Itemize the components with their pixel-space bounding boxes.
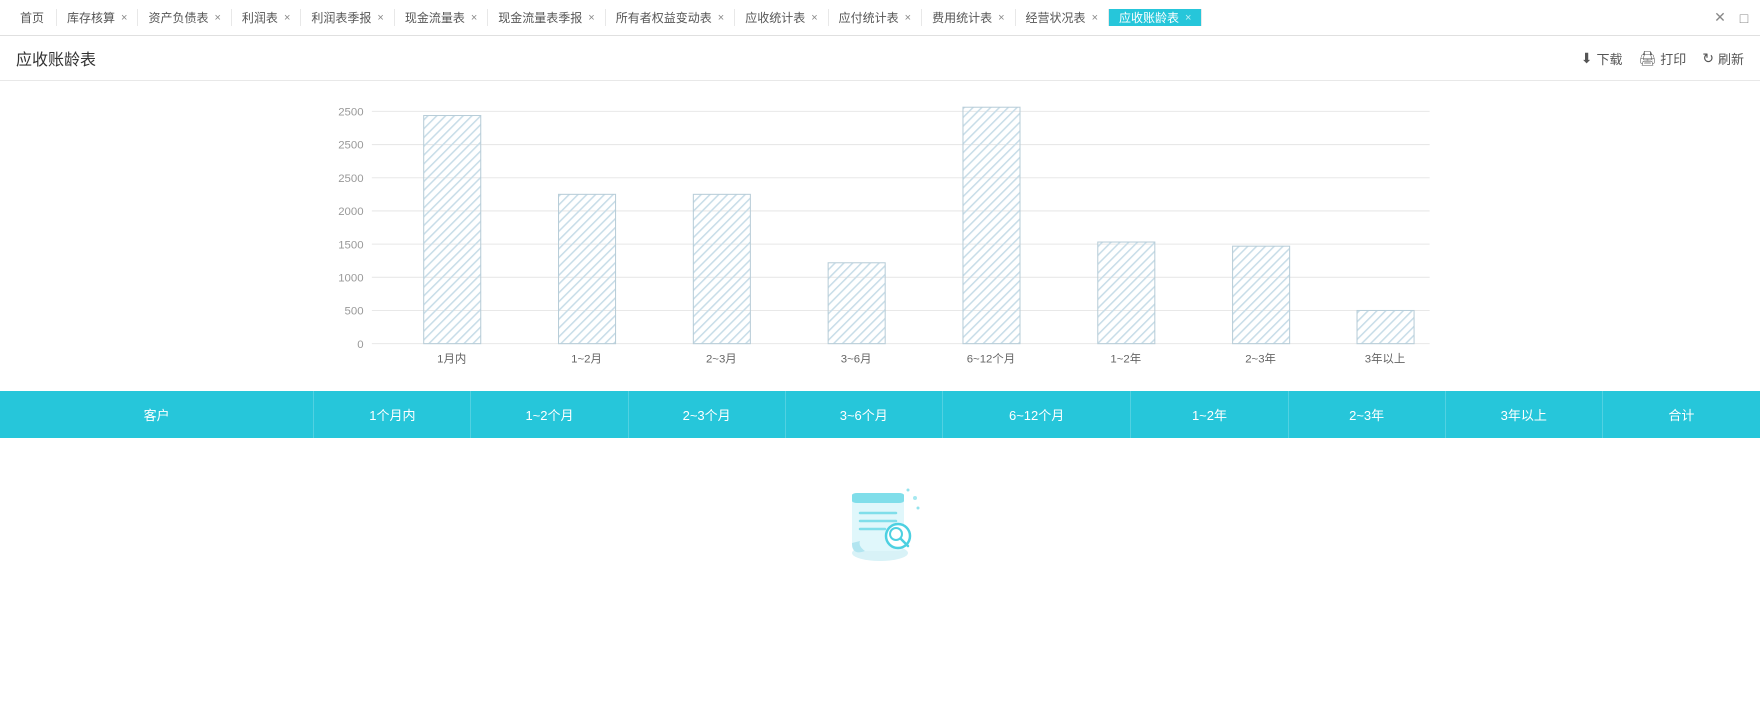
bar-6-12-month <box>963 107 1020 343</box>
bar-2-3-month <box>693 194 750 343</box>
tab-label-6: 所有者权益变动表 <box>616 9 712 26</box>
table-header-cell-1: 1个月内 <box>314 391 471 438</box>
tab-bar: 首页 库存核算×资产负债表×利润表×利润表季报×现金流量表×现金流量表季报×所有… <box>0 0 1760 36</box>
bar-2-3-year <box>1233 246 1290 343</box>
tab-close-2[interactable]: × <box>284 12 290 24</box>
bar-1-2-year <box>1098 242 1155 344</box>
empty-state <box>0 438 1760 588</box>
chart-container: 2500 2500 2500 2000 1500 1000 500 0 1月内 <box>30 101 1730 381</box>
tab-close-7[interactable]: × <box>811 12 817 24</box>
print-label: 打印 <box>1660 49 1686 68</box>
tab-close-9[interactable]: × <box>998 12 1004 24</box>
svg-text:2500: 2500 <box>338 173 363 185</box>
svg-text:0: 0 <box>357 339 363 351</box>
empty-state-icon <box>830 478 930 568</box>
tab-close-8[interactable]: × <box>905 12 911 24</box>
tab-10[interactable]: 经营状况表 × <box>1016 9 1109 26</box>
chart-svg: 2500 2500 2500 2000 1500 1000 500 0 1月内 <box>30 101 1730 381</box>
bar-1-2-month <box>559 194 616 343</box>
tab-close-5[interactable]: × <box>588 12 594 24</box>
svg-text:2500: 2500 <box>338 107 363 119</box>
tab-close-0[interactable]: × <box>121 12 127 24</box>
table-header-cell-0: 客户 <box>0 391 314 438</box>
refresh-button[interactable]: ↻ 刷新 <box>1702 49 1744 68</box>
svg-text:1~2年: 1~2年 <box>1110 351 1141 365</box>
table-header-cell-5: 6~12个月 <box>943 391 1132 438</box>
tab-7[interactable]: 应收统计表 × <box>735 9 828 26</box>
chart-area: 2500 2500 2500 2000 1500 1000 500 0 1月内 <box>0 81 1760 391</box>
tab-label-8: 应付统计表 <box>839 9 899 26</box>
svg-text:3年以上: 3年以上 <box>1365 351 1406 365</box>
maximize-window-button[interactable]: □ <box>1736 10 1752 26</box>
tab-label-11: 应收账龄表 <box>1119 9 1179 26</box>
tab-label-7: 应收统计表 <box>745 9 805 26</box>
header-actions: ⬇ 下载 🖨 打印 ↻ 刷新 <box>1581 49 1744 68</box>
download-label: 下载 <box>1596 49 1622 68</box>
tab-6[interactable]: 所有者权益变动表 × <box>606 9 735 26</box>
svg-text:2000: 2000 <box>338 206 363 218</box>
tab-1[interactable]: 资产负债表 × <box>138 9 231 26</box>
page-header: 应收账龄表 ⬇ 下载 🖨 打印 ↻ 刷新 <box>0 36 1760 81</box>
page-title: 应收账龄表 <box>16 46 96 70</box>
table-header-cell-8: 3年以上 <box>1446 391 1603 438</box>
svg-text:1500: 1500 <box>338 239 363 251</box>
svg-text:500: 500 <box>345 306 364 318</box>
table-header-cell-4: 3~6个月 <box>786 391 943 438</box>
refresh-icon: ↻ <box>1702 50 1714 67</box>
main-content: 2500 2500 2500 2000 1500 1000 500 0 1月内 <box>0 81 1760 720</box>
tab-label-5: 现金流量表季报 <box>498 9 582 26</box>
svg-text:2~3年: 2~3年 <box>1245 351 1276 365</box>
svg-text:3~6月: 3~6月 <box>841 353 872 365</box>
tab-label-1: 资产负债表 <box>148 9 208 26</box>
tab-close-6[interactable]: × <box>718 12 724 24</box>
tab-home[interactable]: 首页 <box>8 9 57 26</box>
tab-label-4: 现金流量表 <box>405 9 465 26</box>
svg-text:1000: 1000 <box>338 272 363 284</box>
tab-8[interactable]: 应付统计表 × <box>829 9 922 26</box>
print-button[interactable]: 🖨 打印 <box>1638 49 1686 68</box>
svg-text:1~2月: 1~2月 <box>571 353 602 365</box>
table-header: 客户1个月内1~2个月2~3个月3~6个月6~12个月1~2年2~3年3年以上合… <box>0 391 1760 438</box>
tab-label-0: 库存核算 <box>67 9 115 26</box>
tab-close-4[interactable]: × <box>471 12 477 24</box>
tab-4[interactable]: 现金流量表 × <box>395 9 488 26</box>
tab-scroll: 首页 库存核算×资产负债表×利润表×利润表季报×现金流量表×现金流量表季报×所有… <box>8 9 1712 26</box>
tab-label-3: 利润表季报 <box>311 9 371 26</box>
tab-label-10: 经营状况表 <box>1026 9 1086 26</box>
bar-3-6-month <box>828 263 885 344</box>
table-header-cell-9: 合计 <box>1603 391 1760 438</box>
table-header-cell-7: 2~3年 <box>1289 391 1446 438</box>
svg-text:1月内: 1月内 <box>437 351 466 365</box>
print-icon: 🖨 <box>1638 50 1656 67</box>
tab-11[interactable]: 应收账龄表 × <box>1109 9 1202 26</box>
tab-label-9: 费用统计表 <box>932 9 992 26</box>
tab-9[interactable]: 费用统计表 × <box>922 9 1015 26</box>
window-controls: ✕ □ <box>1712 10 1752 26</box>
table-header-cell-6: 1~2年 <box>1131 391 1288 438</box>
refresh-label: 刷新 <box>1718 49 1744 68</box>
svg-text:2500: 2500 <box>338 140 363 152</box>
tab-3[interactable]: 利润表季报 × <box>301 9 394 26</box>
download-icon: ⬇ <box>1581 50 1593 67</box>
tab-0[interactable]: 库存核算 × <box>57 9 138 26</box>
svg-text:2~3月: 2~3月 <box>706 353 737 365</box>
table-header-cell-2: 1~2个月 <box>471 391 628 438</box>
tab-close-3[interactable]: × <box>377 12 383 24</box>
tab-label-2: 利润表 <box>242 9 278 26</box>
svg-text:6~12个月: 6~12个月 <box>967 352 1015 365</box>
close-window-button[interactable]: ✕ <box>1712 10 1728 26</box>
tab-home-label: 首页 <box>20 9 44 26</box>
bar-3plus-year <box>1357 310 1414 343</box>
tab-close-11[interactable]: × <box>1185 12 1191 24</box>
tab-5[interactable]: 现金流量表季报 × <box>488 9 605 26</box>
tab-close-1[interactable]: × <box>214 12 220 24</box>
table-header-cell-3: 2~3个月 <box>629 391 786 438</box>
tab-close-10[interactable]: × <box>1092 12 1098 24</box>
download-button[interactable]: ⬇ 下载 <box>1581 49 1623 68</box>
bar-1-month <box>424 116 481 344</box>
tab-2[interactable]: 利润表 × <box>232 9 301 26</box>
